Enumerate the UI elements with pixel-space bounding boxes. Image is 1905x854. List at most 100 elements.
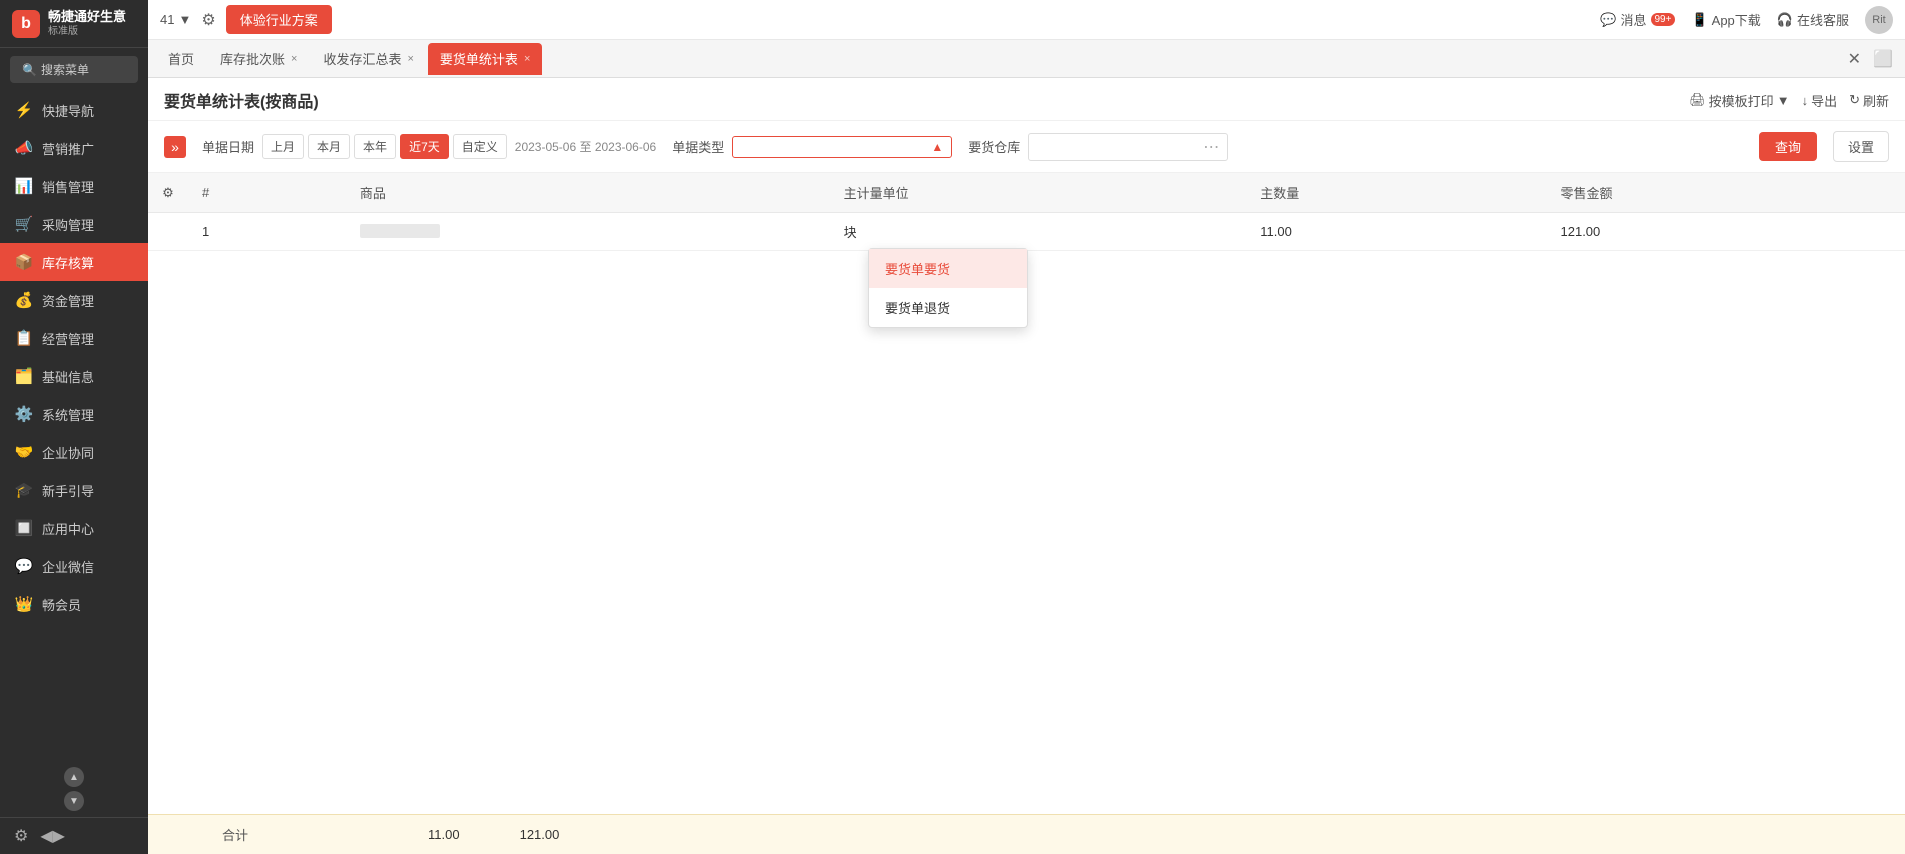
header-right: 💬 消息 99+ 📱 App下载 🎧 在线客服 Rit	[1600, 6, 1893, 34]
date-btn-custom[interactable]: 自定义	[453, 134, 507, 159]
main-table: ⚙ # 商品 主计量单位 主数量 零售金额 1 product	[148, 173, 1905, 251]
sidebar-item-purchase[interactable]: 🛒 采购管理	[0, 205, 148, 243]
app-download-action[interactable]: 📱 App下载	[1691, 10, 1760, 29]
print-action[interactable]: 🖨 按模板打印 ▼	[1689, 91, 1789, 110]
export-action[interactable]: ↓ 导出	[1802, 91, 1838, 110]
message-icon: 💬	[1600, 12, 1616, 28]
export-label: 导出	[1811, 91, 1837, 110]
settings-bottom-icon[interactable]: ⚙	[14, 826, 28, 846]
shortcut-icon: ⚡	[14, 100, 34, 120]
dropdown-item-order-return[interactable]: 要货单退货	[869, 288, 1027, 327]
date-filter-group: 单据日期 上月 本月 本年 近7天 自定义 2023-05-06 至 2023-…	[202, 134, 656, 159]
tab-order[interactable]: 要货单统计表 ×	[428, 43, 542, 75]
tab-batch-close[interactable]: ×	[291, 53, 297, 65]
type-dropdown-menu: 要货单要货 要货单退货	[868, 248, 1028, 328]
messages-action[interactable]: 💬 消息 99+	[1600, 10, 1675, 29]
sidebar-item-marketing[interactable]: 📣 营销推广	[0, 129, 148, 167]
sidebar-item-collab[interactable]: 🤝 企业协同	[0, 433, 148, 471]
col-settings[interactable]: ⚙	[148, 173, 188, 213]
inventory-icon: 📦	[14, 252, 34, 272]
store-selector[interactable]: 41 ▼	[160, 12, 191, 27]
date-btn-month[interactable]: 本月	[308, 134, 350, 159]
row-unit-cell: 块	[830, 213, 1247, 251]
sidebar-scroll-up-btn[interactable]: ▲	[64, 767, 84, 787]
warehouse-select[interactable]: ⋯	[1028, 133, 1228, 161]
sidebar-item-sales[interactable]: 📊 销售管理	[0, 167, 148, 205]
page-content: 要货单统计表(按商品) 🖨 按模板打印 ▼ ↓ 导出 ↻ 刷新 »	[148, 78, 1905, 854]
row-settings-cell	[148, 213, 188, 251]
date-range-text: 2023-05-06 至 2023-06-06	[515, 138, 656, 155]
tab-order-close[interactable]: ×	[524, 53, 530, 65]
warehouse-filter-label: 要货仓库	[968, 137, 1020, 156]
col-qty: 主数量	[1246, 173, 1546, 213]
messages-badge: 99+	[1651, 13, 1676, 26]
sidebar-item-apps[interactable]: 🔲 应用中心	[0, 509, 148, 547]
total-label: 合计	[222, 825, 248, 844]
operations-icon: 📋	[14, 328, 34, 348]
col-amount: 零售金额	[1547, 173, 1905, 213]
finance-icon: 💰	[14, 290, 34, 310]
table-header-row: ⚙ # 商品 主计量单位 主数量 零售金额	[148, 173, 1905, 213]
settings-button[interactable]: 设置	[1833, 131, 1889, 162]
tab-actions: ✕ ⬜	[1844, 47, 1897, 71]
date-btn-7days[interactable]: 近7天	[400, 134, 449, 159]
messages-label: 消息	[1620, 10, 1646, 29]
row-index-cell: 1	[188, 213, 346, 251]
query-button[interactable]: 查询	[1759, 132, 1817, 161]
sidebar-scroll-down-btn[interactable]: ▼	[64, 791, 84, 811]
page-header-actions: 🖨 按模板打印 ▼ ↓ 导出 ↻ 刷新	[1689, 91, 1889, 110]
sidebar-item-wechat[interactable]: 💬 企业微信	[0, 547, 148, 585]
sidebar-item-guide[interactable]: 🎓 新手引导	[0, 471, 148, 509]
tab-summary-close[interactable]: ×	[407, 53, 413, 65]
trial-button[interactable]: 体验行业方案	[226, 5, 332, 34]
search-icon: 🔍	[22, 63, 37, 77]
maximize-tab-btn[interactable]: ⬜	[1869, 47, 1897, 71]
expand-filter-btn[interactable]: »	[164, 136, 186, 158]
tab-bar: 首页 库存批次账 × 收发存汇总表 × 要货单统计表 × ✕ ⬜	[148, 40, 1905, 78]
sidebar-item-inventory[interactable]: 📦 库存核算	[0, 243, 148, 281]
tab-home[interactable]: 首页	[156, 43, 206, 75]
collapse-icon[interactable]: ◀▶	[40, 826, 65, 846]
tab-summary[interactable]: 收发存汇总表 ×	[311, 43, 425, 75]
page-title: 要货单统计表(按商品)	[164, 88, 319, 112]
table-footer: 合计 11.00 121.00	[148, 814, 1905, 854]
date-btn-up[interactable]: 上月	[262, 134, 304, 159]
dropdown-item-order-goods[interactable]: 要货单要货	[869, 249, 1027, 288]
refresh-action[interactable]: ↻ 刷新	[1849, 91, 1889, 110]
tab-order-label: 要货单统计表	[440, 49, 518, 68]
sidebar-item-finance[interactable]: 💰 资金管理	[0, 281, 148, 319]
members-icon: 👑	[14, 594, 34, 614]
sidebar-item-system[interactable]: ⚙️ 系统管理	[0, 395, 148, 433]
avatar[interactable]: Rit	[1865, 6, 1893, 34]
sidebar-item-shortcut[interactable]: ⚡ 快捷导航	[0, 91, 148, 129]
col-unit: 主计量单位	[830, 173, 1247, 213]
date-btn-year[interactable]: 本年	[354, 134, 396, 159]
print-label: 按模板打印	[1709, 91, 1774, 110]
row-amount-cell: 121.00	[1547, 213, 1905, 251]
header-settings-icon[interactable]: ⚙	[201, 10, 215, 30]
refresh-label: 刷新	[1863, 91, 1889, 110]
export-icon: ↓	[1802, 93, 1809, 108]
print-icon: 🖨	[1689, 92, 1706, 108]
app-logo-icon: b	[12, 10, 40, 38]
online-service-action[interactable]: 🎧 在线客服	[1777, 10, 1849, 29]
marketing-icon: 📣	[14, 138, 34, 158]
sidebar: b 畅捷通好生意 标准版 🔍 搜索菜单 ⚡ 快捷导航 📣 营销推广 📊 销售管理…	[0, 0, 148, 854]
guide-icon: 🎓	[14, 480, 34, 500]
tab-batch[interactable]: 库存批次账 ×	[208, 43, 309, 75]
phone-icon: 📱	[1691, 12, 1707, 28]
brand-sub: 标准版	[48, 25, 126, 38]
tab-home-label: 首页	[168, 49, 194, 68]
search-label: 搜索菜单	[41, 61, 89, 78]
sidebar-item-members[interactable]: 👑 畅会员	[0, 585, 148, 623]
date-filter-label: 单据日期	[202, 137, 254, 156]
close-all-tab-btn[interactable]: ✕	[1844, 47, 1865, 71]
headset-icon: 🎧	[1777, 12, 1793, 28]
sidebar-item-operations[interactable]: 📋 经营管理	[0, 319, 148, 357]
sidebar-search[interactable]: 🔍 搜索菜单	[10, 56, 138, 83]
collab-icon: 🤝	[14, 442, 34, 462]
sidebar-item-basic[interactable]: 🗂️ 基础信息	[0, 357, 148, 395]
sales-icon: 📊	[14, 176, 34, 196]
type-select[interactable]: ▲	[732, 136, 952, 158]
sidebar-bottom: ⚙ ◀▶	[0, 817, 148, 854]
